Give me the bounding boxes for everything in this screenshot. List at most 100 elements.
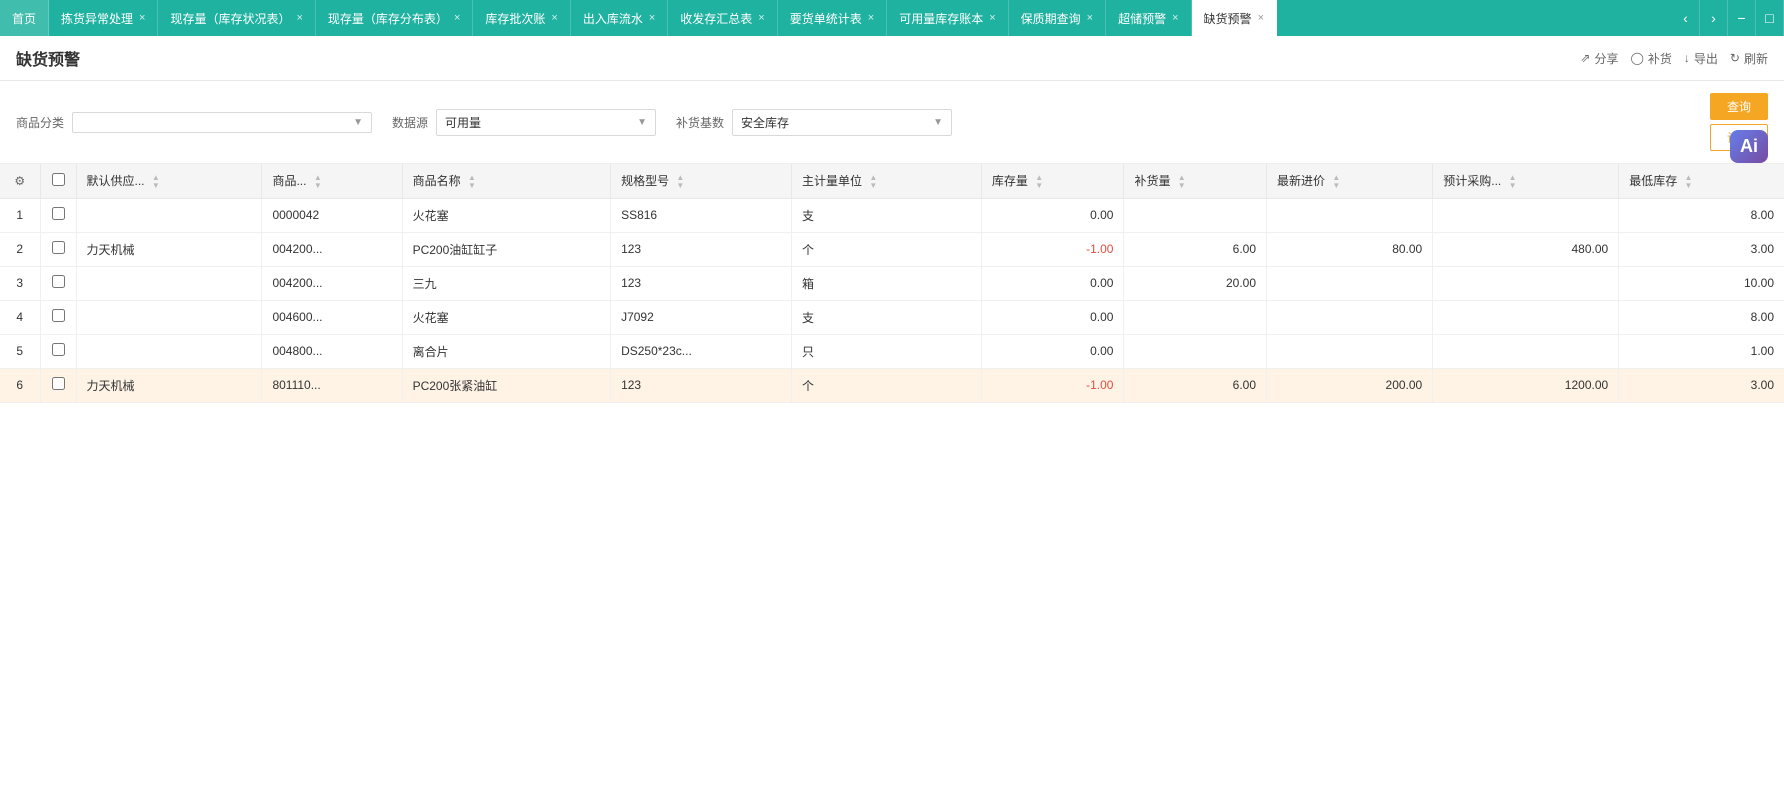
tab-label: 库存批次账 bbox=[485, 10, 545, 27]
row-checkbox[interactable] bbox=[52, 377, 65, 390]
cell-min-stock: 10.00 bbox=[1619, 266, 1784, 300]
col-header-label: 库存量 bbox=[992, 174, 1028, 188]
query-button[interactable]: 查询 bbox=[1710, 93, 1768, 120]
cell-estimated-purchase: 1200.00 bbox=[1433, 368, 1619, 402]
sort-icon: ▲▼ bbox=[1035, 174, 1043, 190]
share-button[interactable]: ⇗ 分享 bbox=[1580, 50, 1618, 67]
col-stock-qty[interactable]: 库存量 ▲▼ bbox=[981, 164, 1124, 198]
tab-in-out-flow[interactable]: 出入库流水 × bbox=[571, 0, 668, 36]
col-checkbox bbox=[40, 164, 76, 198]
replenish-basis-select[interactable]: 安全库存 ▼ bbox=[732, 109, 952, 136]
row-checkbox[interactable] bbox=[52, 343, 65, 356]
col-replenish-qty[interactable]: 补货量 ▲▼ bbox=[1124, 164, 1267, 198]
col-estimated-purchase[interactable]: 预计采购... ▲▼ bbox=[1433, 164, 1619, 198]
cell-latest-price: 200.00 bbox=[1267, 368, 1433, 402]
sort-icon: ▲▼ bbox=[1332, 174, 1340, 190]
category-dropdown-icon: ▼ bbox=[353, 117, 363, 128]
col-header-label: 预计采购... bbox=[1443, 174, 1501, 188]
row-index: 6 bbox=[0, 368, 40, 402]
tab-close-icon[interactable]: × bbox=[868, 12, 874, 24]
share-icon: ⇗ bbox=[1580, 51, 1590, 65]
export-button[interactable]: ↓ 导出 bbox=[1684, 50, 1718, 67]
row-checkbox[interactable] bbox=[52, 309, 65, 322]
replenish-basis-select-value: 安全库存 bbox=[741, 114, 789, 131]
sort-icon: ▲▼ bbox=[152, 174, 160, 190]
cell-unit: 个 bbox=[791, 232, 981, 266]
tab-order-stats[interactable]: 要货单统计表 × bbox=[778, 0, 887, 36]
cell-min-stock: 1.00 bbox=[1619, 334, 1784, 368]
cell-product-code: 004200... bbox=[262, 266, 402, 300]
tab-expiry-query[interactable]: 保质期查询 × bbox=[1009, 0, 1106, 36]
cell-default-supplier: 力天机械 bbox=[76, 232, 262, 266]
replenish-button[interactable]: ◯ 补货 bbox=[1630, 50, 1671, 67]
tab-label: 可用量库存账本 bbox=[899, 10, 983, 27]
tab-inventory-status[interactable]: 现存量（库存状况表） × bbox=[158, 0, 315, 36]
tab-prev-button[interactable]: ‹ bbox=[1672, 0, 1700, 36]
datasource-select[interactable]: 可用量 ▼ bbox=[436, 109, 656, 136]
tab-overstock-warning[interactable]: 超储预警 × bbox=[1106, 0, 1191, 36]
row-checkbox[interactable] bbox=[52, 207, 65, 220]
datasource-label: 数据源 bbox=[392, 114, 428, 131]
refresh-button[interactable]: ↻ 刷新 bbox=[1730, 50, 1768, 67]
row-index: 3 bbox=[0, 266, 40, 300]
tab-bale-exception[interactable]: 拣货异常处理 × bbox=[49, 0, 158, 36]
tab-shortage-warning[interactable]: 缺货预警 × bbox=[1192, 0, 1277, 36]
row-index: 2 bbox=[0, 232, 40, 266]
tab-available-ledger[interactable]: 可用量库存账本 × bbox=[887, 0, 1008, 36]
tab-batch-account[interactable]: 库存批次账 × bbox=[473, 0, 570, 36]
col-product-code[interactable]: 商品... ▲▼ bbox=[262, 164, 402, 198]
cell-unit: 支 bbox=[791, 198, 981, 232]
export-label: 导出 bbox=[1694, 50, 1718, 67]
tab-collect-summary[interactable]: 收发存汇总表 × bbox=[668, 0, 777, 36]
cell-replenish-qty: 20.00 bbox=[1124, 266, 1267, 300]
tab-label: 拣货异常处理 bbox=[61, 10, 133, 27]
tab-label: 缺货预警 bbox=[1204, 10, 1252, 27]
tab-maximize-button[interactable]: □ bbox=[1756, 0, 1784, 36]
cell-min-stock: 3.00 bbox=[1619, 232, 1784, 266]
cell-unit: 个 bbox=[791, 368, 981, 402]
page-header: 缺货预警 ⇗ 分享 ◯ 补货 ↓ 导出 ↻ 刷新 bbox=[0, 36, 1784, 81]
tab-inventory-dist[interactable]: 现存量（库存分布表） × bbox=[316, 0, 473, 36]
tab-close-icon[interactable]: × bbox=[296, 12, 302, 24]
col-default-supplier[interactable]: 默认供应... ▲▼ bbox=[76, 164, 262, 198]
tab-close-icon[interactable]: × bbox=[1258, 12, 1264, 24]
col-product-name[interactable]: 商品名称 ▲▼ bbox=[402, 164, 610, 198]
tab-minimize-button[interactable]: − bbox=[1728, 0, 1756, 36]
tab-close-icon[interactable]: × bbox=[1087, 12, 1093, 24]
tab-close-icon[interactable]: × bbox=[649, 12, 655, 24]
col-header-label: 商品名称 bbox=[413, 174, 461, 188]
col-unit[interactable]: 主计量单位 ▲▼ bbox=[791, 164, 981, 198]
row-checkbox-cell bbox=[40, 232, 76, 266]
cell-replenish-qty bbox=[1124, 334, 1267, 368]
refresh-label: 刷新 bbox=[1744, 50, 1768, 67]
data-table: ⚙ 默认供应... ▲▼ 商品... ▲▼ 商品名称 bbox=[0, 164, 1784, 403]
tab-label: 现存量（库存分布表） bbox=[328, 10, 448, 27]
cell-unit: 支 bbox=[791, 300, 981, 334]
cell-stock-qty: 0.00 bbox=[981, 300, 1124, 334]
tab-next-button[interactable]: › bbox=[1700, 0, 1728, 36]
ai-badge[interactable]: Ai bbox=[1730, 130, 1768, 163]
select-all-checkbox[interactable] bbox=[52, 173, 65, 186]
cell-latest-price bbox=[1267, 334, 1433, 368]
col-spec[interactable]: 规格型号 ▲▼ bbox=[611, 164, 792, 198]
tab-close-icon[interactable]: × bbox=[1172, 12, 1178, 24]
tab-close-icon[interactable]: × bbox=[454, 12, 460, 24]
cell-stock-qty: 0.00 bbox=[981, 334, 1124, 368]
tab-home[interactable]: 首页 bbox=[0, 0, 49, 36]
row-checkbox[interactable] bbox=[52, 241, 65, 254]
tab-close-icon[interactable]: × bbox=[139, 12, 145, 24]
row-index: 4 bbox=[0, 300, 40, 334]
col-min-stock[interactable]: 最低库存 ▲▼ bbox=[1619, 164, 1784, 198]
cell-product-name: 三九 bbox=[402, 266, 610, 300]
col-latest-price[interactable]: 最新进价 ▲▼ bbox=[1267, 164, 1433, 198]
tab-close-icon[interactable]: × bbox=[989, 12, 995, 24]
row-checkbox-cell bbox=[40, 266, 76, 300]
cell-latest-price bbox=[1267, 198, 1433, 232]
gear-icon[interactable]: ⚙ bbox=[10, 174, 30, 188]
category-select[interactable]: ▼ bbox=[72, 112, 372, 133]
row-checkbox[interactable] bbox=[52, 275, 65, 288]
tab-close-icon[interactable]: × bbox=[551, 12, 557, 24]
cell-replenish-qty bbox=[1124, 300, 1267, 334]
cell-product-code: 801110... bbox=[262, 368, 402, 402]
tab-close-icon[interactable]: × bbox=[758, 12, 764, 24]
